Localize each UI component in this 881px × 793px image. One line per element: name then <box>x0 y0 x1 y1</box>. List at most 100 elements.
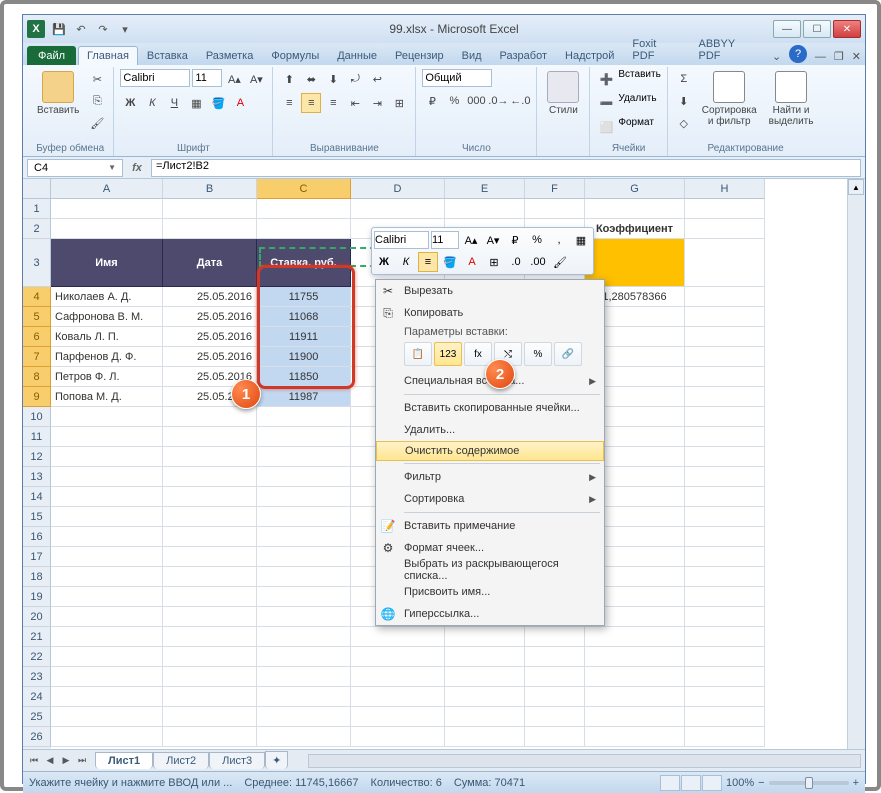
cell[interactable] <box>163 407 257 427</box>
zoom-slider[interactable] <box>769 781 849 785</box>
bold-icon[interactable]: Ж <box>120 93 140 113</box>
page-break-view-icon[interactable] <box>702 775 722 791</box>
cell[interactable] <box>257 527 351 547</box>
row-header-23[interactable]: 23 <box>23 667 51 687</box>
cell[interactable] <box>257 467 351 487</box>
merge-icon[interactable]: ⊞ <box>389 93 409 113</box>
cell[interactable] <box>685 347 765 367</box>
underline-icon[interactable]: Ч <box>164 93 184 113</box>
cell[interactable]: 11850 <box>257 367 351 387</box>
decrease-indent-icon[interactable]: ⇤ <box>345 93 365 113</box>
cell[interactable] <box>163 427 257 447</box>
cell[interactable] <box>585 727 685 747</box>
cell[interactable] <box>445 199 525 219</box>
cell[interactable] <box>51 219 163 239</box>
column-header-G[interactable]: G <box>585 179 685 199</box>
zoom-in-icon[interactable]: + <box>853 777 859 789</box>
tab-foxit[interactable]: Foxit PDF <box>623 34 689 65</box>
cell[interactable] <box>685 287 765 307</box>
cell[interactable] <box>685 727 765 747</box>
italic-icon[interactable]: К <box>142 93 162 113</box>
ctx-define-name[interactable]: Присвоить имя... <box>376 581 604 603</box>
row-header-5[interactable]: 5 <box>23 307 51 327</box>
currency-icon[interactable]: ₽ <box>422 91 442 111</box>
align-bottom-icon[interactable]: ⬇ <box>323 69 343 89</box>
row-header-21[interactable]: 21 <box>23 627 51 647</box>
sheet-next-icon[interactable]: ▶ <box>59 755 73 766</box>
tab-layout[interactable]: Разметка <box>197 46 263 65</box>
column-header-E[interactable]: E <box>445 179 525 199</box>
ctx-format-cells[interactable]: ⚙Формат ячеек... <box>376 537 604 559</box>
cell[interactable] <box>525 727 585 747</box>
row-header-11[interactable]: 11 <box>23 427 51 447</box>
ctx-insert-copied[interactable]: Вставить скопированные ячейки... <box>376 397 604 419</box>
tab-addins[interactable]: Надстрой <box>556 46 623 65</box>
tab-home[interactable]: Главная <box>78 46 138 65</box>
cell[interactable] <box>257 407 351 427</box>
tab-review[interactable]: Рецензир <box>386 46 453 65</box>
cell[interactable] <box>163 627 257 647</box>
ctx-delete[interactable]: Удалить... <box>376 419 604 441</box>
cell[interactable] <box>163 199 257 219</box>
cell[interactable] <box>351 727 445 747</box>
cell[interactable] <box>445 667 525 687</box>
cell[interactable] <box>585 627 685 647</box>
cell[interactable]: Дата <box>163 239 257 287</box>
mini-comma-icon[interactable]: , <box>549 230 569 250</box>
cell[interactable] <box>51 199 163 219</box>
cell[interactable] <box>257 607 351 627</box>
row-header-7[interactable]: 7 <box>23 347 51 367</box>
cell[interactable] <box>163 467 257 487</box>
cell[interactable] <box>685 527 765 547</box>
cell[interactable] <box>51 687 163 707</box>
decrease-decimal-icon[interactable]: ←.0 <box>510 91 530 111</box>
ctx-cut[interactable]: ✂Вырезать <box>376 280 604 302</box>
cell[interactable] <box>257 427 351 447</box>
mini-dec-dec-icon[interactable]: .00 <box>528 252 548 272</box>
cell[interactable] <box>685 427 765 447</box>
cell[interactable] <box>525 667 585 687</box>
row-header-18[interactable]: 18 <box>23 567 51 587</box>
zoom-level[interactable]: 100% <box>726 777 754 789</box>
mini-align-center-icon[interactable]: ≡ <box>418 252 438 272</box>
clear-icon[interactable]: ◇ <box>674 113 694 133</box>
delete-cells-label[interactable]: Удалить <box>618 93 656 113</box>
cell[interactable] <box>51 467 163 487</box>
cell[interactable] <box>163 727 257 747</box>
cell[interactable] <box>525 647 585 667</box>
cell[interactable] <box>257 447 351 467</box>
cell[interactable] <box>51 427 163 447</box>
align-left-icon[interactable]: ≡ <box>279 93 299 113</box>
cell[interactable]: Коваль Л. П. <box>51 327 163 347</box>
font-color-icon[interactable]: A <box>230 93 250 113</box>
row-header-3[interactable]: 3 <box>23 239 51 287</box>
row-header-19[interactable]: 19 <box>23 587 51 607</box>
autosum-icon[interactable]: Σ <box>674 69 694 89</box>
minimize-button[interactable]: — <box>773 20 801 38</box>
scroll-up-icon[interactable]: ▲ <box>848 179 864 195</box>
font-name-select[interactable] <box>120 69 190 87</box>
cell[interactable] <box>685 687 765 707</box>
cell[interactable] <box>685 199 765 219</box>
paste-formulas-icon[interactable]: fx <box>464 342 492 366</box>
align-top-icon[interactable]: ⬆ <box>279 69 299 89</box>
cell[interactable] <box>685 367 765 387</box>
ribbon-collapse-icon[interactable]: ⌄ <box>772 50 781 63</box>
ctx-clear-contents[interactable]: Очистить содержимое <box>376 441 604 461</box>
sheet-last-icon[interactable]: ⏭ <box>75 755 89 766</box>
fx-icon[interactable]: fx <box>127 162 147 174</box>
styles-button[interactable]: Стили <box>543 69 583 118</box>
mini-size-select[interactable] <box>431 231 459 249</box>
row-header-16[interactable]: 16 <box>23 527 51 547</box>
cell[interactable] <box>163 667 257 687</box>
tab-file[interactable]: Файл <box>27 46 76 65</box>
cell[interactable] <box>51 487 163 507</box>
tab-developer[interactable]: Разработ <box>491 46 556 65</box>
mdi-restore-icon[interactable]: ❐ <box>834 50 844 63</box>
row-header-10[interactable]: 10 <box>23 407 51 427</box>
row-header-1[interactable]: 1 <box>23 199 51 219</box>
sheet-prev-icon[interactable]: ◀ <box>43 755 57 766</box>
cell[interactable] <box>351 687 445 707</box>
mini-format-painter-icon[interactable]: 🖌 <box>550 252 570 272</box>
format-cells-label[interactable]: Формат <box>618 117 654 137</box>
